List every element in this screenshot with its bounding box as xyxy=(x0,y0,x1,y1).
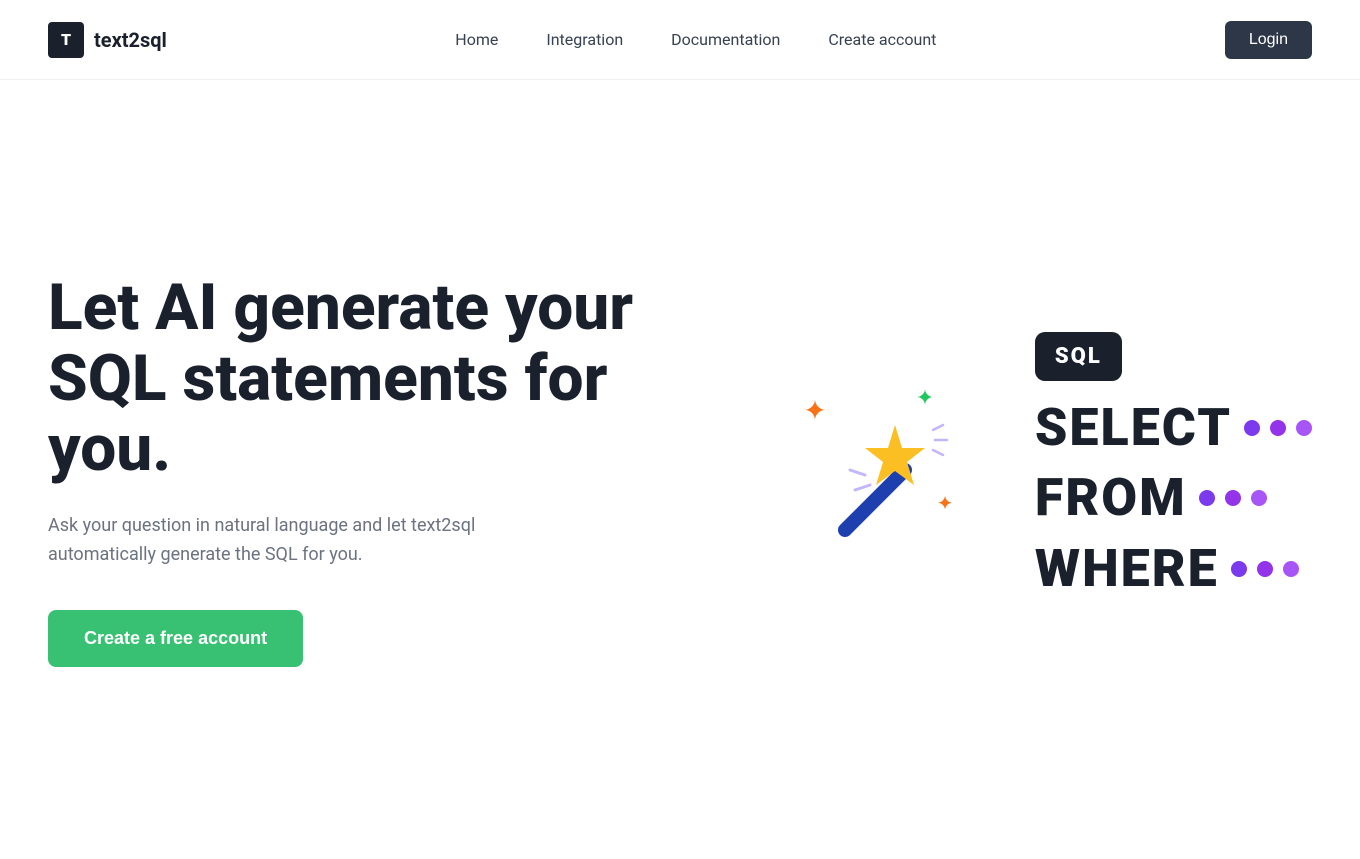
where-dots xyxy=(1231,561,1299,577)
cta-button[interactable]: Create a free account xyxy=(48,610,303,667)
dot-9 xyxy=(1283,561,1299,577)
dot-6 xyxy=(1251,490,1267,506)
wand-svg: ✦ ✦ ✦ xyxy=(795,370,975,570)
dot-4 xyxy=(1199,490,1215,506)
logo-icon: T xyxy=(48,22,84,58)
svg-text:✦: ✦ xyxy=(916,386,934,411)
hero-right: ✦ ✦ ✦ SQL SELECT xyxy=(795,332,1312,608)
hero-subtitle: Ask your question in natural language an… xyxy=(48,512,568,570)
hero-left: Let AI generate your SQL statements for … xyxy=(48,273,648,667)
logo-group: T text2sql xyxy=(48,22,167,58)
nav-right: Login xyxy=(1225,21,1312,59)
sql-select-line: SELECT xyxy=(1035,397,1312,459)
sql-from-line: FROM xyxy=(1035,467,1312,529)
nav-home[interactable]: Home xyxy=(455,30,498,49)
sql-from-keyword: FROM xyxy=(1035,467,1187,529)
sql-display: SQL SELECT FROM WHERE xyxy=(1035,332,1312,608)
wand-illustration: ✦ ✦ ✦ xyxy=(795,370,975,570)
nav-documentation[interactable]: Documentation xyxy=(671,30,780,49)
sql-badge: SQL xyxy=(1035,332,1122,381)
dot-3 xyxy=(1296,420,1312,436)
navbar: T text2sql Home Integration Documentatio… xyxy=(0,0,1360,80)
dot-1 xyxy=(1244,420,1260,436)
select-dots xyxy=(1244,420,1312,436)
nav-links: Home Integration Documentation Create ac… xyxy=(455,30,936,49)
sql-where-keyword: WHERE xyxy=(1035,538,1219,600)
dot-7 xyxy=(1231,561,1247,577)
login-button[interactable]: Login xyxy=(1225,21,1312,59)
dot-5 xyxy=(1225,490,1241,506)
svg-text:✦: ✦ xyxy=(936,491,953,515)
sql-where-line: WHERE xyxy=(1035,538,1312,600)
dot-2 xyxy=(1270,420,1286,436)
sql-select-keyword: SELECT xyxy=(1035,397,1232,459)
from-dots xyxy=(1199,490,1267,506)
nav-create-account[interactable]: Create account xyxy=(828,30,936,49)
hero-title: Let AI generate your SQL statements for … xyxy=(48,273,648,484)
logo-icon-text: T xyxy=(61,30,71,49)
nav-integration[interactable]: Integration xyxy=(546,30,623,49)
logo-name: text2sql xyxy=(94,28,167,52)
svg-text:✦: ✦ xyxy=(803,394,826,427)
dot-8 xyxy=(1257,561,1273,577)
hero-section: Let AI generate your SQL statements for … xyxy=(0,80,1360,840)
